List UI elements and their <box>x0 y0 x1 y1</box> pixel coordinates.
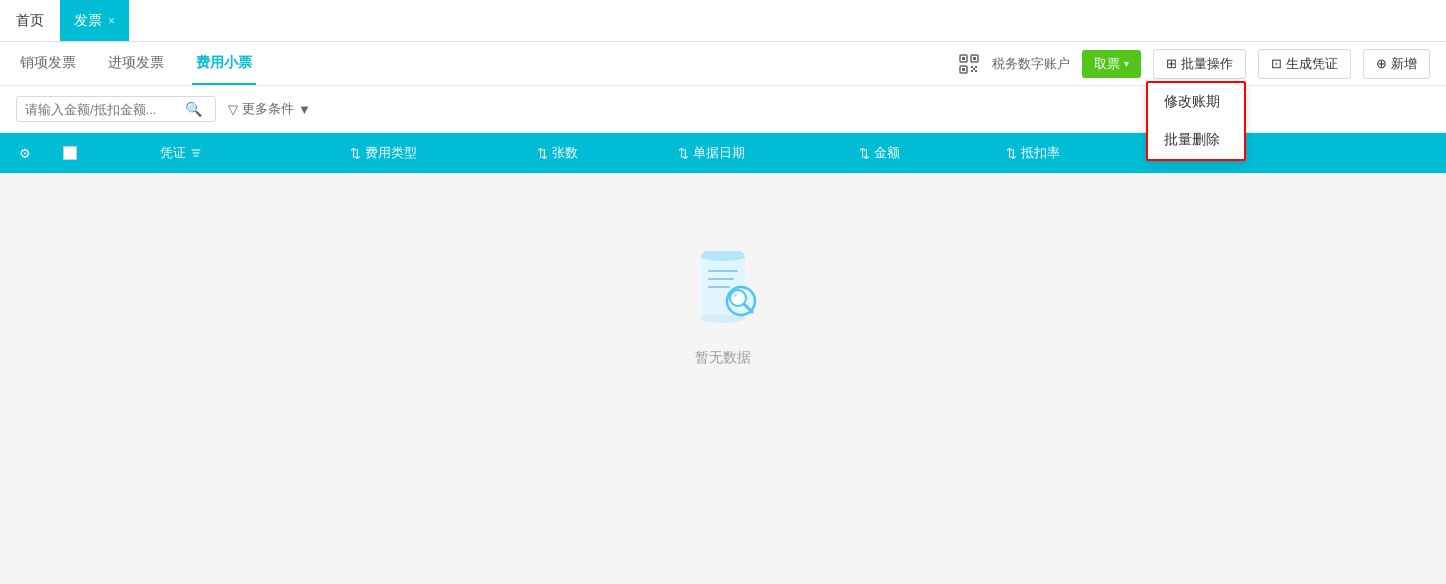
menu-item-batch-delete[interactable]: 批量删除 <box>1148 121 1244 159</box>
batch-icon: ⊞ <box>1166 56 1177 71</box>
search-input[interactable] <box>25 102 185 117</box>
expense-type-sort-icon: ⇅ <box>350 146 361 161</box>
filter-icon: ▽ <box>228 102 238 117</box>
svg-rect-6 <box>971 66 973 68</box>
menu-item-modify-period[interactable]: 修改账期 <box>1148 83 1244 121</box>
take-ticket-arrow-icon: ▾ <box>1124 58 1129 69</box>
add-icon: ⊕ <box>1376 56 1387 71</box>
date-sort-icon: ⇅ <box>678 146 689 161</box>
batch-operation-container: ⊞ 批量操作 修改账期 批量删除 <box>1153 49 1246 79</box>
batch-operation-button[interactable]: ⊞ 批量操作 <box>1153 49 1246 79</box>
tab-sales-invoice[interactable]: 销项发票 <box>16 42 80 85</box>
deduct-rate-sort-icon: ⇅ <box>1006 146 1017 161</box>
th-date[interactable]: ⇅ 单据日期 <box>621 133 803 173</box>
select-all-checkbox[interactable] <box>63 146 77 160</box>
th-expense-type[interactable]: ⇅ 费用类型 <box>272 133 495 173</box>
th-amount[interactable]: ⇅ 金额 <box>803 133 957 173</box>
more-filter-button[interactable]: ▽ 更多条件 ▼ <box>228 100 311 118</box>
tax-account-label[interactable]: 税务数字账户 <box>992 55 1070 73</box>
svg-rect-10 <box>973 68 975 70</box>
th-deduct-rate[interactable]: ⇅ 抵扣率 <box>956 133 1110 173</box>
th-checkbox[interactable] <box>50 133 90 173</box>
close-icon[interactable]: × <box>108 14 115 28</box>
top-nav: 首页 发票 × <box>0 0 1446 42</box>
svg-rect-7 <box>975 66 977 68</box>
svg-rect-5 <box>962 68 965 71</box>
batch-dropdown-menu: 修改账期 批量删除 <box>1146 81 1246 161</box>
voucher-icon: ⊡ <box>1271 56 1282 71</box>
svg-rect-8 <box>971 70 973 72</box>
search-box[interactable]: 🔍 <box>16 96 216 122</box>
invoice-tab[interactable]: 发票 × <box>60 0 129 41</box>
more-filter-arrow-icon: ▼ <box>298 102 311 117</box>
th-count[interactable]: ⇅ 张数 <box>495 133 621 173</box>
generate-voucher-button[interactable]: ⊡ 生成凭证 <box>1258 49 1351 79</box>
sub-tabs-left: 销项发票 进项发票 费用小票 <box>16 42 256 85</box>
th-extra <box>1292 133 1446 173</box>
home-label: 首页 <box>16 12 44 30</box>
add-button[interactable]: ⊕ 新增 <box>1363 49 1430 79</box>
voucher-filter-icon[interactable] <box>190 147 202 159</box>
empty-text: 暂无数据 <box>695 349 751 367</box>
batch-label: 批量操作 <box>1181 55 1233 73</box>
svg-point-18 <box>733 293 737 297</box>
empty-state: 暂无数据 <box>0 173 1446 407</box>
invoice-tab-label: 发票 <box>74 12 102 30</box>
settings-icon: ⚙ <box>19 146 31 161</box>
svg-rect-3 <box>973 57 976 60</box>
amount-sort-icon: ⇅ <box>859 146 870 161</box>
search-icon[interactable]: 🔍 <box>185 101 202 117</box>
svg-rect-1 <box>962 57 965 60</box>
home-tab[interactable]: 首页 <box>0 0 60 41</box>
take-ticket-button[interactable]: 取票 ▾ <box>1082 50 1141 78</box>
sub-tabs-bar: 销项发票 进项发票 费用小票 税务数字账户 <box>0 42 1446 86</box>
th-settings[interactable]: ⚙ <box>0 133 50 173</box>
tab-expense-receipt[interactable]: 费用小票 <box>192 42 256 85</box>
qr-code-icon[interactable] <box>958 53 980 75</box>
more-filter-label: 更多条件 <box>242 100 294 118</box>
sub-tabs-right: 税务数字账户 取票 ▾ ⊞ 批量操作 修改账期 批量删除 ⊡ 生成凭证 <box>958 49 1430 79</box>
svg-rect-9 <box>975 70 977 72</box>
count-sort-icon: ⇅ <box>537 146 548 161</box>
empty-illustration <box>673 233 773 333</box>
tab-purchase-invoice[interactable]: 进项发票 <box>104 42 168 85</box>
th-voucher[interactable]: 凭证 <box>90 133 272 173</box>
